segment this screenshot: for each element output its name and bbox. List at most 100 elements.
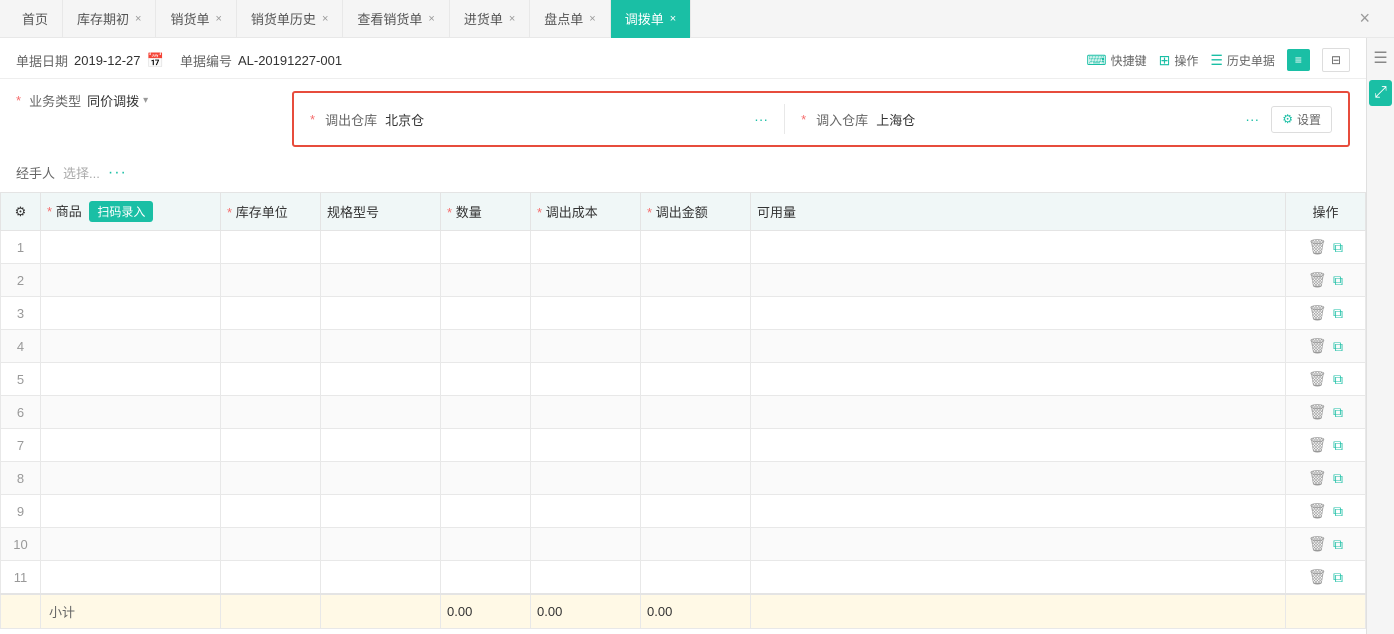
copy-icon[interactable]: ⧉ <box>1333 371 1343 388</box>
tab-transfer[interactable]: 调拨单 × <box>611 0 691 38</box>
operation-action[interactable]: ⊞ 操作 <box>1159 52 1199 69</box>
tab-inventory-check[interactable]: 盘点单 × <box>530 0 610 38</box>
cell-unit[interactable] <box>221 561 321 595</box>
cell-cost[interactable] <box>531 363 641 396</box>
cell-spec[interactable] <box>321 396 441 429</box>
delete-icon[interactable]: 🗑 <box>1308 436 1327 454</box>
cell-spec[interactable] <box>321 495 441 528</box>
cell-qty[interactable] <box>441 330 531 363</box>
sidebar-list-icon[interactable]: ☰ <box>1369 44 1391 72</box>
cell-spec[interactable] <box>321 231 441 264</box>
cell-qty[interactable] <box>441 396 531 429</box>
cell-qty[interactable] <box>441 264 531 297</box>
cell-qty[interactable] <box>441 297 531 330</box>
cell-amount[interactable] <box>641 363 751 396</box>
delete-icon[interactable]: 🗑 <box>1308 238 1327 256</box>
cell-cost[interactable] <box>531 396 641 429</box>
cell-spec[interactable] <box>321 528 441 561</box>
copy-icon[interactable]: ⧉ <box>1333 272 1343 289</box>
delete-icon[interactable]: 🗑 <box>1308 370 1327 388</box>
delete-icon[interactable]: 🗑 <box>1308 568 1327 586</box>
cell-spec[interactable] <box>321 462 441 495</box>
close-transfer[interactable]: × <box>670 13 676 25</box>
cell-spec[interactable] <box>321 429 441 462</box>
cell-product[interactable] <box>41 396 221 429</box>
copy-icon[interactable]: ⧉ <box>1333 536 1343 553</box>
cell-cost[interactable] <box>531 297 641 330</box>
cell-cost[interactable] <box>531 495 641 528</box>
cell-product[interactable] <box>41 561 221 595</box>
copy-icon[interactable]: ⧉ <box>1333 338 1343 355</box>
tab-sales-order[interactable]: 销货单 × <box>156 0 236 38</box>
settings-button[interactable]: ⚙ 设置 <box>1271 106 1332 133</box>
cell-product[interactable] <box>41 429 221 462</box>
copy-icon[interactable]: ⧉ <box>1333 470 1343 487</box>
sidebar-expand-icon[interactable]: ⤢ <box>1369 80 1392 106</box>
cell-amount[interactable] <box>641 264 751 297</box>
delete-icon[interactable]: 🗑 <box>1308 502 1327 520</box>
cell-amount[interactable] <box>641 462 751 495</box>
copy-icon[interactable]: ⧉ <box>1333 305 1343 322</box>
tab-inventory-init[interactable]: 库存期初 × <box>63 0 156 38</box>
cell-unit[interactable] <box>221 462 321 495</box>
warehouse-out-more-btn[interactable]: ··· <box>754 111 768 127</box>
cell-unit[interactable] <box>221 396 321 429</box>
copy-icon[interactable]: ⧉ <box>1333 503 1343 520</box>
close-inventory-init[interactable]: × <box>135 13 141 25</box>
tab-purchase[interactable]: 进货单 × <box>450 0 530 38</box>
cell-unit[interactable] <box>221 528 321 561</box>
cell-spec[interactable] <box>321 297 441 330</box>
warehouse-in-more-btn[interactable]: ··· <box>1245 111 1259 127</box>
cell-amount[interactable] <box>641 396 751 429</box>
delete-icon[interactable]: 🗑 <box>1308 535 1327 553</box>
delete-icon[interactable]: 🗑 <box>1308 271 1327 289</box>
cell-product[interactable] <box>41 330 221 363</box>
cell-qty[interactable] <box>441 363 531 396</box>
cell-product[interactable] <box>41 363 221 396</box>
cell-amount[interactable] <box>641 330 751 363</box>
close-sales-history[interactable]: × <box>322 13 328 25</box>
cell-unit[interactable] <box>221 297 321 330</box>
cell-spec[interactable] <box>321 264 441 297</box>
cell-unit[interactable] <box>221 264 321 297</box>
cell-unit[interactable] <box>221 429 321 462</box>
business-type-dropdown[interactable]: 同价调拨 ▾ <box>87 91 148 110</box>
cell-unit[interactable] <box>221 363 321 396</box>
cell-cost[interactable] <box>531 231 641 264</box>
tab-sales-history[interactable]: 销货单历史 × <box>237 0 343 38</box>
calendar-icon[interactable]: 📅 <box>147 52 164 69</box>
cell-spec[interactable] <box>321 561 441 595</box>
copy-icon[interactable]: ⧉ <box>1333 239 1343 256</box>
cell-unit[interactable] <box>221 495 321 528</box>
scan-button[interactable]: 扫码录入 <box>89 201 153 222</box>
cell-qty[interactable] <box>441 231 531 264</box>
cell-product[interactable] <box>41 231 221 264</box>
cell-cost[interactable] <box>531 528 641 561</box>
close-inventory-check[interactable]: × <box>589 13 595 25</box>
cell-unit[interactable] <box>221 231 321 264</box>
tab-view-sales[interactable]: 查看销货单 × <box>343 0 449 38</box>
layout-btn-2[interactable]: ⊟ <box>1322 48 1350 72</box>
cell-qty[interactable] <box>441 528 531 561</box>
cell-cost[interactable] <box>531 264 641 297</box>
cell-amount[interactable] <box>641 297 751 330</box>
cell-amount[interactable] <box>641 429 751 462</box>
delete-icon[interactable]: 🗑 <box>1308 469 1327 487</box>
cell-cost[interactable] <box>531 561 641 595</box>
delete-icon[interactable]: 🗑 <box>1308 337 1327 355</box>
cell-product[interactable] <box>41 264 221 297</box>
copy-icon[interactable]: ⧉ <box>1333 404 1343 421</box>
table-gear-icon[interactable]: ⚙ <box>15 204 27 219</box>
delete-icon[interactable]: 🗑 <box>1308 304 1327 322</box>
cell-qty[interactable] <box>441 495 531 528</box>
copy-icon[interactable]: ⧉ <box>1333 569 1343 586</box>
copy-icon[interactable]: ⧉ <box>1333 437 1343 454</box>
cell-cost[interactable] <box>531 330 641 363</box>
delete-icon[interactable]: 🗑 <box>1308 403 1327 421</box>
cell-cost[interactable] <box>531 462 641 495</box>
close-view-sales[interactable]: × <box>428 13 434 25</box>
cell-product[interactable] <box>41 462 221 495</box>
cell-spec[interactable] <box>321 330 441 363</box>
cell-qty[interactable] <box>441 429 531 462</box>
cell-cost[interactable] <box>531 429 641 462</box>
